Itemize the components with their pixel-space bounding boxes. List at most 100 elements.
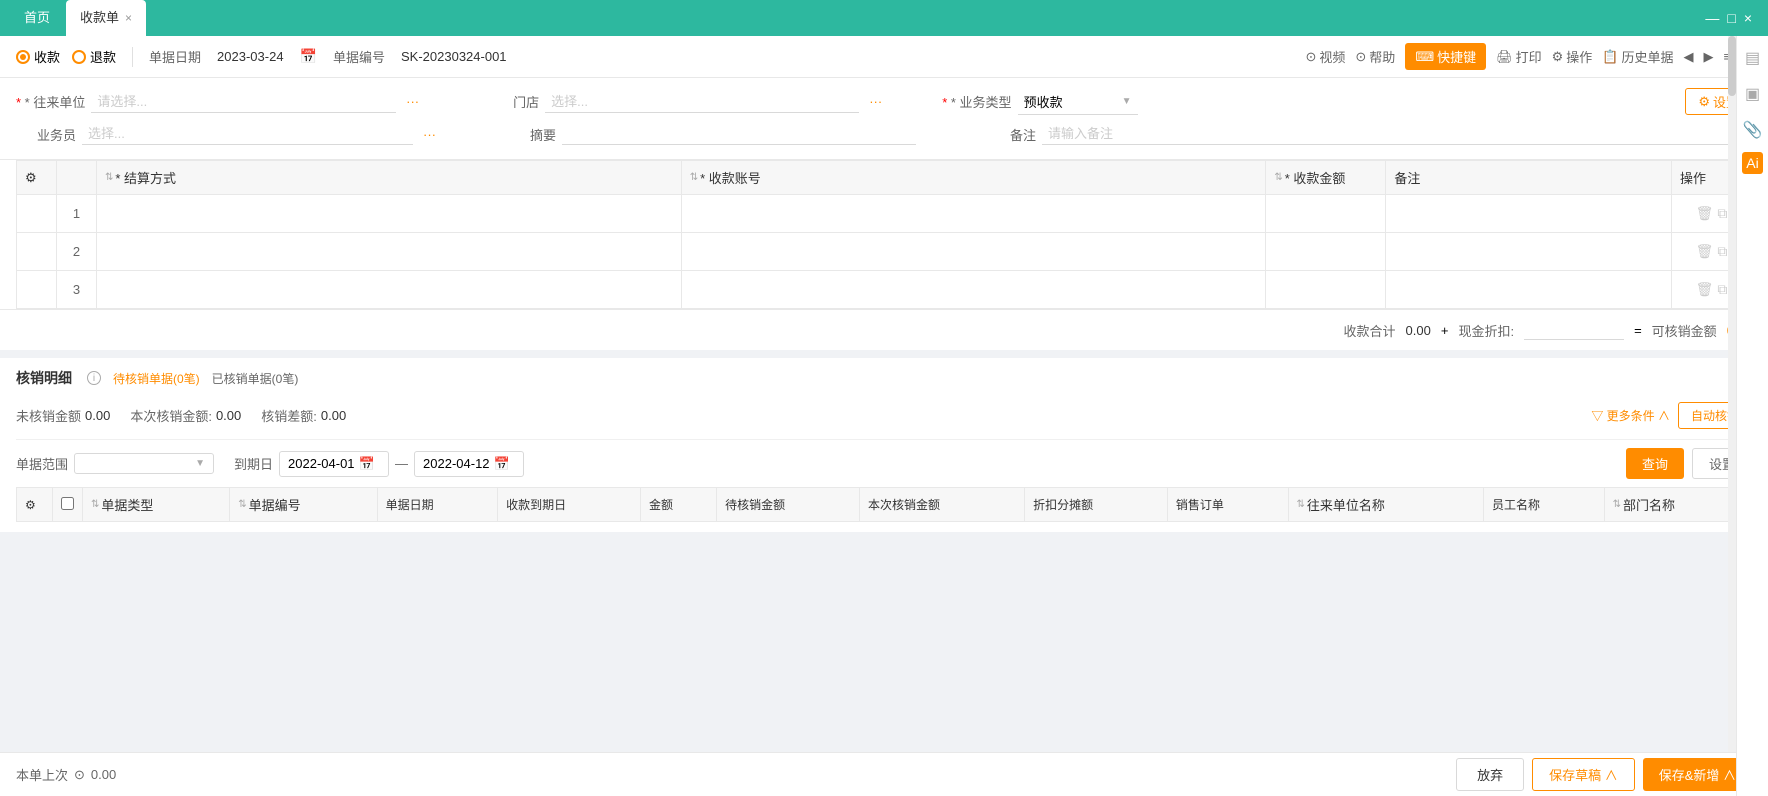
sidebar-attach-icon[interactable]: 📎 (1739, 116, 1767, 144)
nav-prev-icon[interactable]: ◀ (1684, 49, 1694, 65)
partner-name-label: 往来单位名称 (1307, 495, 1385, 514)
bottom-buttons: 放弃 保存草稿 ∧ 保存&新增 ∧ (1456, 758, 1752, 791)
refund-radio[interactable]: 退款 (72, 47, 116, 66)
table-settings-icon[interactable]: ⚙ (25, 170, 37, 185)
calendar-icon[interactable]: 📅 (300, 48, 317, 65)
receipt-radio[interactable]: 收款 (16, 47, 60, 66)
remark-input[interactable] (1042, 123, 1752, 145)
copy-row-3-icon[interactable]: ⧉ (1717, 281, 1727, 298)
sort-type-icon[interactable]: ⇅ (91, 499, 99, 510)
prev-label: 本单上次 (16, 765, 68, 784)
partner-field: * 往来单位 ··· (16, 91, 419, 113)
date-to-input[interactable]: 2022-04-12 📅 (414, 451, 524, 477)
sidebar-table-icon[interactable]: ▤ (1741, 44, 1764, 72)
shortcut-icon: ⌨ (1415, 49, 1434, 65)
row-3-settlement[interactable] (97, 271, 682, 309)
tab-home[interactable]: 首页 (8, 0, 66, 36)
row-2-amount[interactable] (1266, 233, 1386, 271)
partner-more-icon[interactable]: ··· (406, 94, 419, 109)
row-1-amount[interactable] (1266, 195, 1386, 233)
date-to-value: 2022-04-12 (423, 456, 490, 471)
scrollbar-thumb[interactable] (1728, 36, 1736, 96)
sort-dept-icon[interactable]: ⇅ (1613, 499, 1621, 510)
dept-label: 部门名称 (1623, 495, 1675, 514)
date-from-value: 2022-04-01 (288, 456, 355, 471)
shortcut-label: 快捷键 (1437, 47, 1476, 66)
row-1-account[interactable] (681, 195, 1266, 233)
delete-row-2-icon[interactable]: 🗑 (1696, 243, 1714, 260)
done-tab[interactable]: 已核销单据(0笔) (212, 370, 299, 387)
receipt-radio-dot (16, 50, 30, 64)
store-label: 门店 (479, 92, 539, 111)
row-3-account[interactable] (681, 271, 1266, 309)
tab-close-icon[interactable]: × (125, 0, 132, 36)
close-button[interactable]: × (1744, 10, 1752, 26)
video-link[interactable]: ⊙ 视频 (1305, 47, 1345, 66)
business-type-field: * 业务类型 预收款 ▼ (942, 89, 1282, 115)
business-type-select[interactable]: 预收款 ▼ (1018, 89, 1138, 115)
tab-bar: 首页 收款单 × — □ × (0, 0, 1768, 36)
col-setting-header[interactable]: ⚙ (17, 161, 57, 195)
row-2-account[interactable] (681, 233, 1266, 271)
sort-icon-3[interactable]: ⇅ (1274, 172, 1282, 183)
delete-row-3-icon[interactable]: 🗑 (1696, 281, 1714, 298)
partner-input[interactable] (91, 91, 396, 113)
pending-tab[interactable]: 待核销单据(0笔) (113, 370, 200, 387)
tab-receipt[interactable]: 收款单 × (66, 0, 146, 36)
row-1-num: 1 (57, 195, 97, 233)
minimize-button[interactable]: — (1705, 10, 1719, 26)
sidebar-ai-icon[interactable]: Ai (1742, 152, 1762, 174)
video-label: 视频 (1319, 47, 1345, 66)
salesperson-input[interactable] (82, 123, 413, 145)
history-link[interactable]: 📋 历史单据 (1602, 47, 1673, 66)
recon-info-icon[interactable]: i (87, 371, 101, 385)
equals-sign: = (1634, 323, 1642, 338)
more-conditions-link[interactable]: ▽ 更多条件 ∧ (1591, 407, 1670, 424)
sort-icon-2[interactable]: ⇅ (690, 172, 698, 183)
sidebar-grid-icon[interactable]: ▣ (1741, 80, 1764, 108)
shortcut-button[interactable]: ⌨ 快捷键 (1405, 43, 1486, 70)
store-more-icon[interactable]: ··· (869, 94, 882, 109)
sort-partner-icon[interactable]: ⇅ (1297, 499, 1305, 510)
diff-value: 0.00 (321, 408, 346, 423)
salesperson-label: 业务员 (16, 125, 76, 144)
store-input[interactable] (545, 91, 859, 113)
row-2-remark[interactable] (1386, 233, 1672, 271)
row-3-remark[interactable] (1386, 271, 1672, 309)
help-label: 帮助 (1369, 47, 1395, 66)
right-sidebar: ▤ ▣ 📎 Ai (1736, 36, 1768, 796)
btcol-employee: 员工名称 (1484, 488, 1605, 522)
print-link[interactable]: 🖨 打印 (1496, 47, 1542, 66)
maximize-button[interactable]: □ (1727, 10, 1735, 26)
date-from-input[interactable]: 2022-04-01 📅 (279, 451, 389, 477)
row-3-amount[interactable] (1266, 271, 1386, 309)
discount-input[interactable] (1524, 320, 1624, 340)
copy-row-2-icon[interactable]: ⧉ (1717, 243, 1727, 260)
query-button[interactable]: 查询 (1626, 448, 1684, 479)
remark-col-label: 备注 (1394, 171, 1420, 186)
prev-icon[interactable]: ⊙ (74, 767, 85, 783)
business-type-value: 预收款 (1024, 92, 1063, 111)
copy-row-1-icon[interactable]: ⧉ (1717, 205, 1727, 222)
btcol-checkbox[interactable] (53, 488, 83, 522)
sort-icon[interactable]: ⇅ (105, 172, 113, 183)
sort-number-icon[interactable]: ⇅ (238, 499, 246, 510)
nav-next-icon[interactable]: ▶ (1704, 49, 1714, 65)
abandon-button[interactable]: 放弃 (1456, 758, 1524, 791)
delete-row-1-icon[interactable]: 🗑 (1696, 205, 1714, 222)
amount-label: * 收款金额 (1285, 168, 1346, 187)
row-2-settlement[interactable] (97, 233, 682, 271)
salesperson-more-icon[interactable]: ··· (423, 127, 436, 142)
tab-receipt-label: 收款单 (80, 0, 119, 36)
select-all-checkbox[interactable] (61, 497, 74, 510)
help-link[interactable]: ⊙ 帮助 (1355, 47, 1395, 66)
bottom-bar: 本单上次 ⊙ 0.00 放弃 保存草稿 ∧ 保存&新增 ∧ (0, 752, 1768, 796)
remark-label: 备注 (976, 125, 1036, 144)
range-select[interactable]: ▼ (74, 453, 214, 474)
row-1-remark[interactable] (1386, 195, 1672, 233)
save-draft-button[interactable]: 保存草稿 ∧ (1532, 758, 1635, 791)
btcol-setting[interactable]: ⚙ (17, 488, 53, 522)
summary-input[interactable] (562, 123, 916, 145)
row-1-settlement[interactable] (97, 195, 682, 233)
operation-link[interactable]: ⚙ 操作 (1552, 47, 1593, 66)
